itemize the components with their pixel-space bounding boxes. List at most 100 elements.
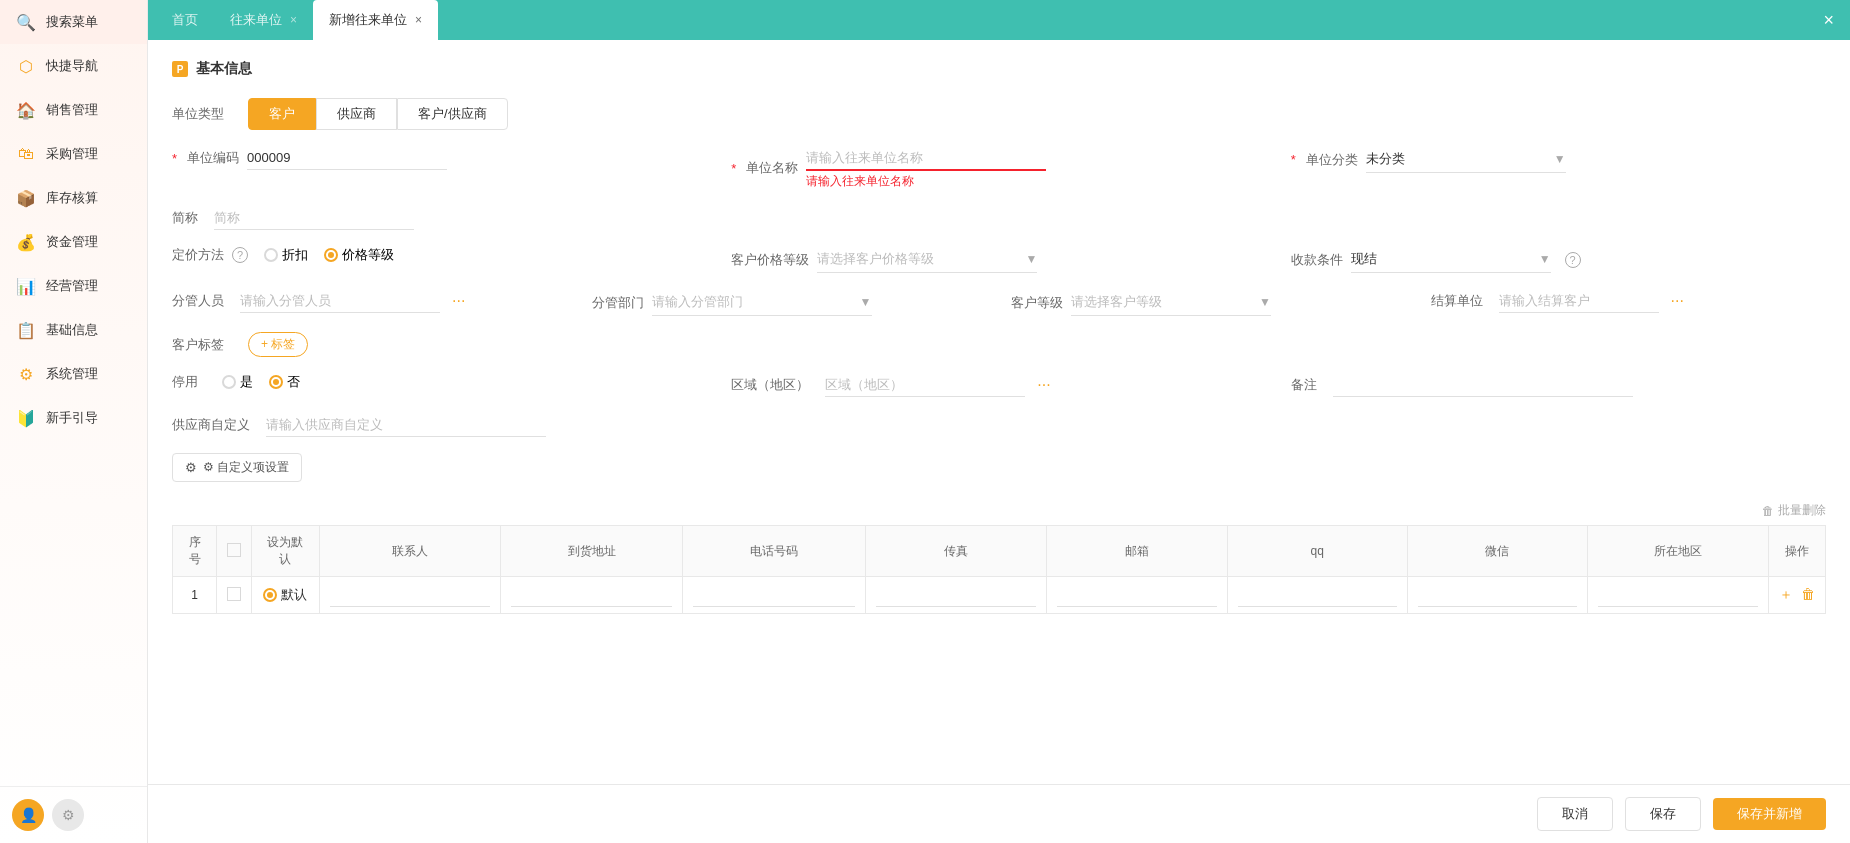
unit-category-select[interactable]: 未分类 ▼: [1366, 146, 1566, 173]
row-checkbox[interactable]: [227, 587, 241, 601]
row-seq: 1: [173, 577, 217, 614]
short-name-label: 简称: [172, 209, 198, 227]
customer-price-level-placeholder: 请选择客户价格等级: [817, 250, 1021, 268]
row-default-radio[interactable]: 默认: [262, 586, 309, 604]
type-btn-customer[interactable]: 客户: [248, 98, 316, 130]
col-address: 到货地址: [500, 526, 683, 577]
sidebar: 🔍 搜索菜单 ⬡ 快捷导航 🏠 销售管理 🛍 采购管理 📦 库存核算 💰 资金管…: [0, 0, 148, 843]
sidebar-item-search[interactable]: 🔍 搜索菜单: [0, 0, 147, 44]
row-email[interactable]: [1046, 577, 1227, 614]
code-name-category-row: * 单位编码 * 单位名称 请输入往来单位名称 * 单位分类 未分类 ▼: [172, 146, 1826, 190]
trash-icon: 🗑: [1762, 504, 1774, 518]
select-all-checkbox[interactable]: [227, 543, 241, 557]
sidebar-item-basic-info[interactable]: 📋 基础信息: [0, 308, 147, 352]
manager-more-btn[interactable]: ···: [448, 292, 469, 310]
pricing-discount-radio[interactable]: 折扣: [264, 246, 308, 264]
disabled-no-radio[interactable]: 否: [269, 373, 300, 391]
disabled-radio-group: 是 否: [222, 373, 300, 391]
custom-settings-wrap: ⚙ ⚙ 自定义项设置: [172, 453, 1826, 494]
type-btn-supplier[interactable]: 供应商: [316, 98, 397, 130]
pricing-level-radio[interactable]: 价格等级: [324, 246, 394, 264]
row-region[interactable]: [1587, 577, 1768, 614]
settings-avatar[interactable]: ⚙: [52, 799, 84, 831]
row-qq[interactable]: [1228, 577, 1408, 614]
department-select[interactable]: 请输入分管部门 ▼: [652, 289, 872, 316]
remark-field: 备注: [1291, 373, 1826, 397]
unit-name-input[interactable]: [806, 146, 1046, 171]
disabled-yes-radio[interactable]: 是: [222, 373, 253, 391]
row-wechat-input[interactable]: [1418, 583, 1577, 607]
customer-tag-label: 客户标签: [172, 336, 224, 354]
tab-partners[interactable]: 往来单位 ×: [214, 0, 313, 40]
sidebar-item-sales[interactable]: 🏠 销售管理: [0, 88, 147, 132]
save-button[interactable]: 保存: [1625, 797, 1701, 831]
unit-category-value: 未分类: [1366, 150, 1550, 168]
sidebar-item-operations[interactable]: 📊 经营管理: [0, 264, 147, 308]
payment-terms-arrow: ▼: [1539, 252, 1551, 266]
save-new-button[interactable]: 保存并新增: [1713, 798, 1826, 830]
user-avatar[interactable]: 👤: [12, 799, 44, 831]
custom-settings-button[interactable]: ⚙ ⚙ 自定义项设置: [172, 453, 302, 482]
row-phone-input[interactable]: [693, 583, 855, 607]
manager-input[interactable]: [240, 289, 440, 313]
sidebar-item-inventory[interactable]: 📦 库存核算: [0, 176, 147, 220]
payment-terms-value: 现结: [1351, 250, 1535, 268]
batch-delete-button[interactable]: 🗑 批量删除: [1762, 502, 1826, 519]
tab-partners-close[interactable]: ×: [290, 13, 297, 27]
disabled-no-circle: [269, 375, 283, 389]
sidebar-item-system[interactable]: ⚙ 系统管理: [0, 352, 147, 396]
unit-code-input[interactable]: [247, 146, 447, 170]
main-close-button[interactable]: ×: [1815, 10, 1842, 31]
pricing-row: 定价方法 ? 折扣 价格等级 客户价格等级 请选择客户价格等级: [172, 246, 1826, 273]
pricing-help-icon[interactable]: ?: [232, 247, 248, 263]
row-region-input[interactable]: [1598, 583, 1758, 607]
row-contact[interactable]: [319, 577, 500, 614]
customer-price-level-field: 客户价格等级 请选择客户价格等级 ▼: [731, 246, 1266, 273]
row-contact-input[interactable]: [330, 583, 490, 607]
disabled-label: 停用: [172, 373, 198, 391]
sidebar-item-finance[interactable]: 💰 资金管理: [0, 220, 147, 264]
unit-type-label: 单位类型: [172, 105, 224, 123]
region-input[interactable]: [825, 373, 1025, 397]
unit-name-field: * 单位名称 请输入往来单位名称: [731, 146, 1266, 190]
row-fax[interactable]: [865, 577, 1046, 614]
row-address[interactable]: [500, 577, 683, 614]
row-checkbox-cell[interactable]: [217, 577, 252, 614]
payment-help-icon[interactable]: ?: [1565, 252, 1581, 268]
search-icon: 🔍: [16, 12, 36, 32]
sidebar-item-quick-nav[interactable]: ⬡ 快捷导航: [0, 44, 147, 88]
payment-terms-select[interactable]: 现结 ▼: [1351, 246, 1551, 273]
row-fax-input[interactable]: [876, 583, 1036, 607]
row-phone[interactable]: [683, 577, 866, 614]
short-name-row: 简称: [172, 206, 1826, 230]
row-qq-input[interactable]: [1238, 583, 1397, 607]
row-default[interactable]: 默认: [252, 577, 320, 614]
remark-input[interactable]: [1333, 373, 1633, 397]
category-dropdown-arrow: ▼: [1554, 152, 1566, 166]
region-more-btn[interactable]: ···: [1033, 376, 1054, 394]
sidebar-item-guide[interactable]: 🔰 新手引导: [0, 396, 147, 440]
tab-new-partner[interactable]: 新增往来单位 ×: [313, 0, 438, 40]
cancel-button[interactable]: 取消: [1537, 797, 1613, 831]
section-title: P 基本信息: [172, 60, 1826, 78]
add-tag-button[interactable]: + 标签: [248, 332, 308, 357]
customer-level-select[interactable]: 请选择客户等级 ▼: [1071, 289, 1271, 316]
sidebar-item-purchase[interactable]: 🛍 采购管理: [0, 132, 147, 176]
tab-home[interactable]: 首页: [156, 0, 214, 40]
supplier-custom-input[interactable]: [266, 413, 546, 437]
tab-new-partner-close[interactable]: ×: [415, 13, 422, 27]
col-checkbox[interactable]: [217, 526, 252, 577]
type-btn-both[interactable]: 客户/供应商: [397, 98, 508, 130]
short-name-input[interactable]: [214, 206, 414, 230]
settlement-more-btn[interactable]: ···: [1667, 292, 1688, 310]
sidebar-footer: 👤 ⚙: [0, 786, 147, 843]
row-delete-icon[interactable]: 🗑: [1801, 586, 1815, 604]
payment-terms-label: 收款条件: [1291, 251, 1343, 269]
row-address-input[interactable]: [511, 583, 673, 607]
settlement-unit-input[interactable]: [1499, 289, 1659, 313]
customer-price-level-select[interactable]: 请选择客户价格等级 ▼: [817, 246, 1037, 273]
row-email-input[interactable]: [1057, 583, 1217, 607]
finance-icon: 💰: [16, 232, 36, 252]
row-add-icon[interactable]: ＋: [1779, 586, 1793, 604]
row-wechat[interactable]: [1407, 577, 1587, 614]
